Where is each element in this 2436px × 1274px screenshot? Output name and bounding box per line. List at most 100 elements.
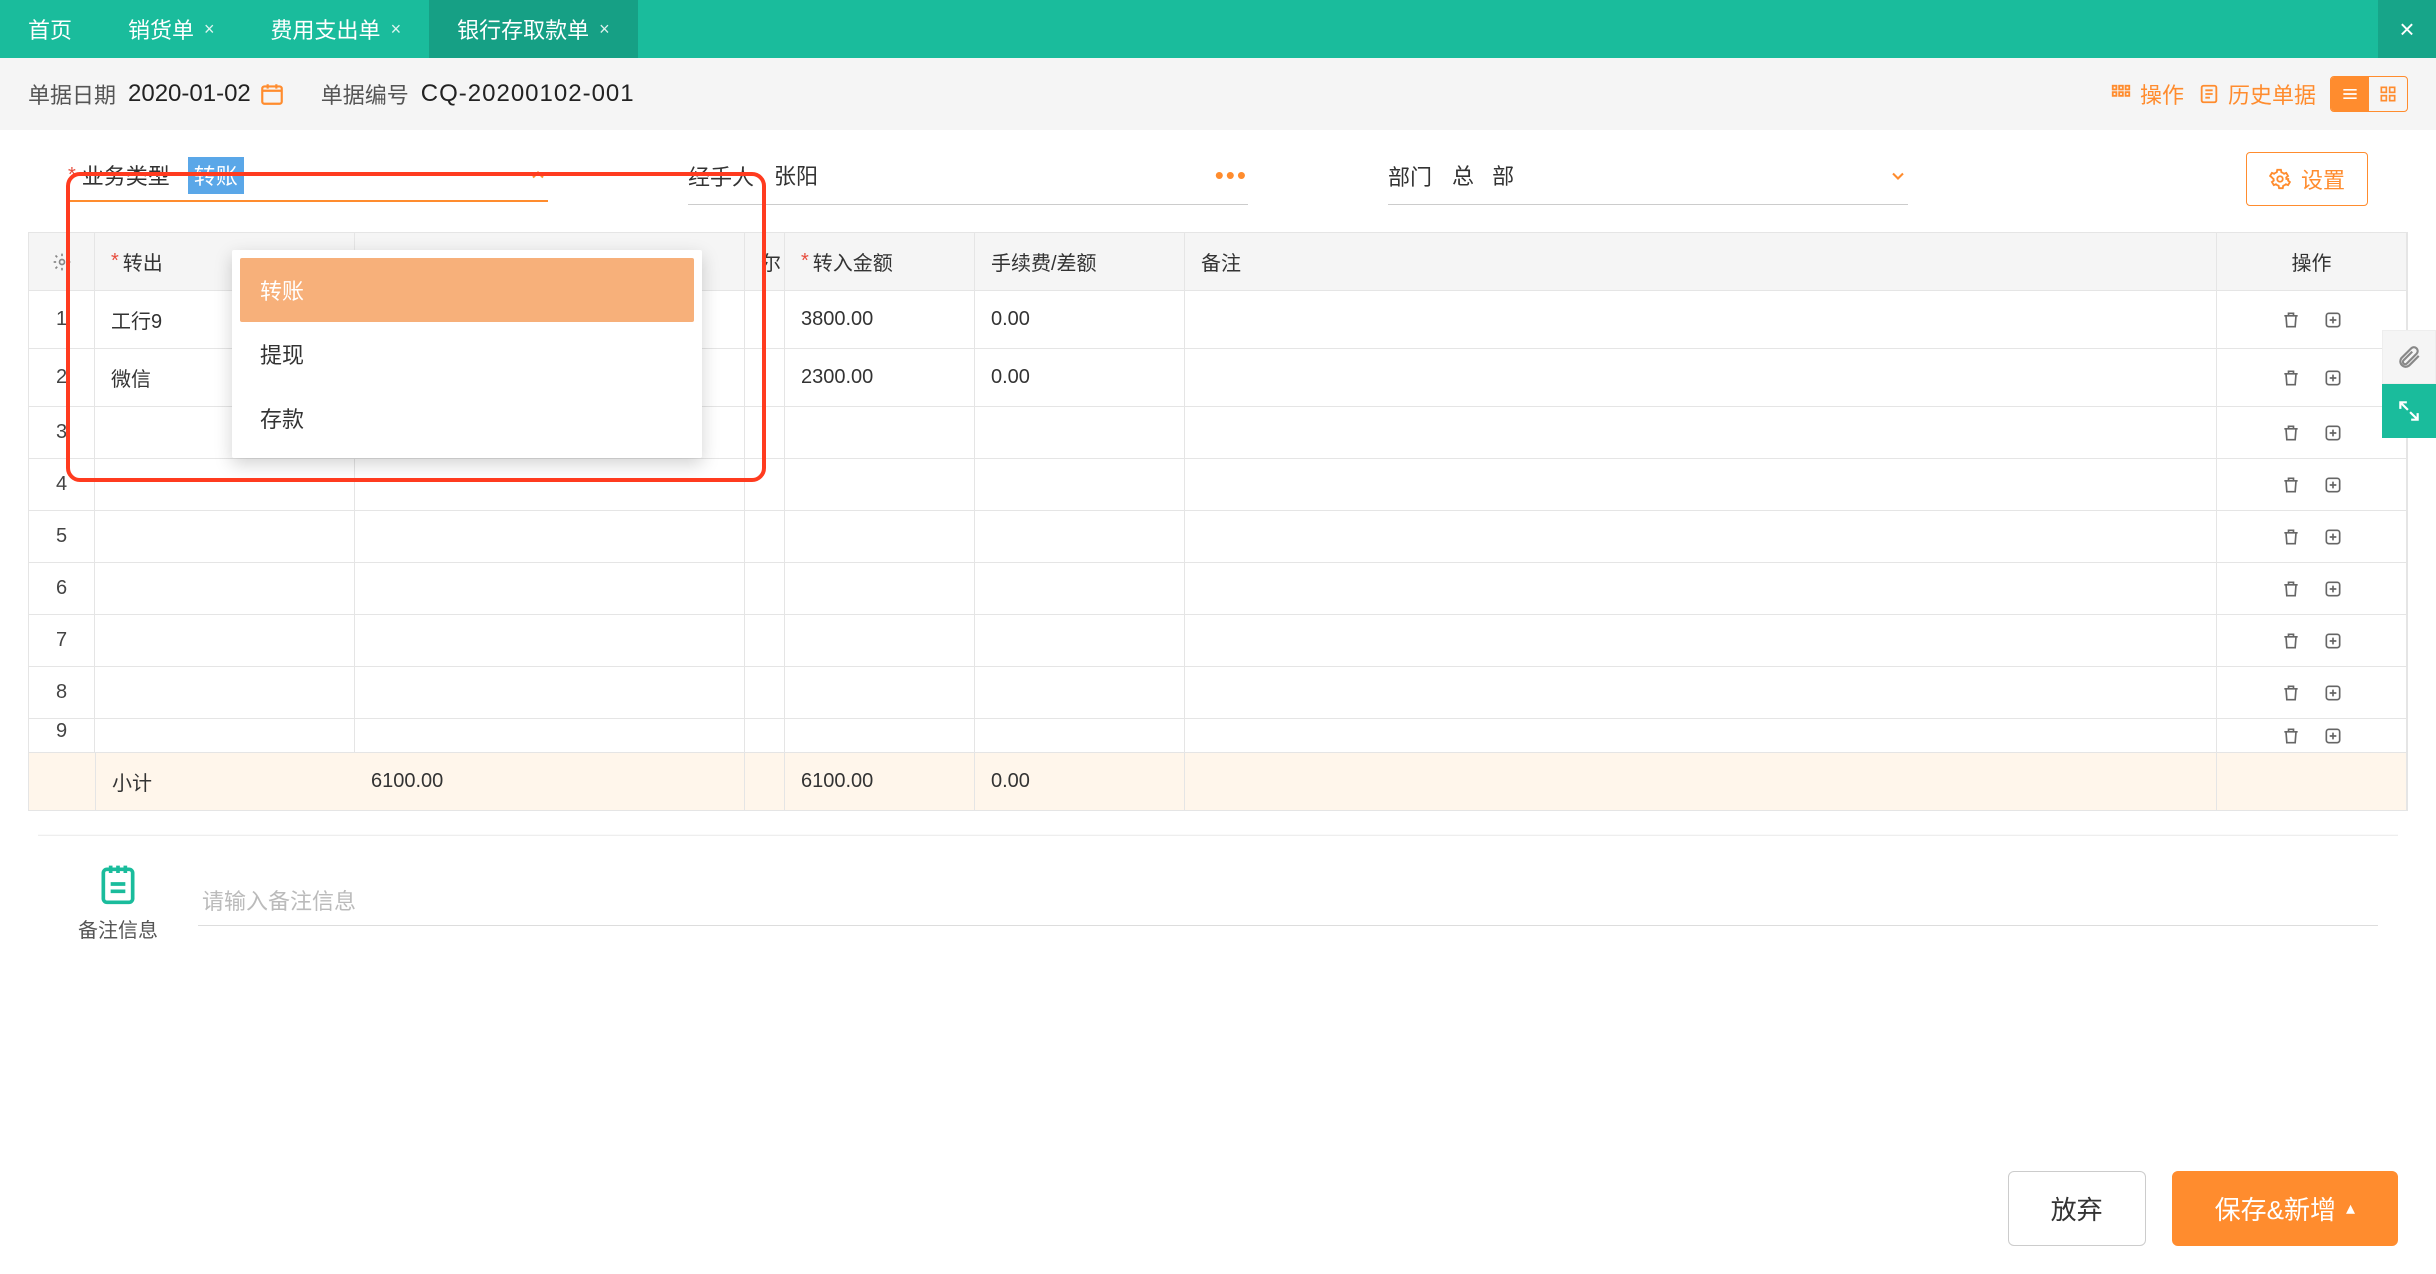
business-type-label: 业务类型: [82, 159, 170, 191]
in-amount-cell[interactable]: 2300.00: [785, 349, 975, 407]
remark-cell[interactable]: [1185, 291, 2217, 349]
chevron-up-icon: [528, 165, 548, 185]
table-row: 9: [29, 719, 2407, 753]
view-toggle: [2330, 76, 2408, 112]
subtotal-in-amount: 6100.00: [785, 753, 975, 811]
close-icon[interactable]: ×: [599, 19, 610, 40]
ops-button[interactable]: 操作: [2110, 78, 2184, 110]
business-type-value: 转账: [188, 157, 244, 194]
delete-row-button[interactable]: [2281, 423, 2301, 443]
add-row-button[interactable]: [2323, 475, 2343, 495]
in-account-header: 尔: [745, 233, 785, 291]
attachment-button[interactable]: [2382, 330, 2436, 384]
row-index: 2: [29, 349, 95, 407]
business-type-dropdown: 转账 提现 存款: [232, 250, 702, 458]
discard-button[interactable]: 放弃: [2008, 1171, 2146, 1246]
tab-bank[interactable]: 银行存取款单 ×: [429, 0, 638, 58]
table-subtotal: 小计 6100.00 6100.00 0.00: [29, 753, 2407, 811]
in-account-cell[interactable]: [745, 291, 785, 349]
table-row: 7: [29, 615, 2407, 667]
remarks-section: 备注信息: [38, 835, 2398, 969]
fee-cell[interactable]: 0.00: [975, 291, 1185, 349]
doc-no-label: 单据编号: [321, 78, 409, 110]
view-grid-button[interactable]: [2369, 77, 2407, 111]
table-row: 5: [29, 511, 2407, 563]
in-amount-header: *转入金额: [785, 233, 975, 291]
delete-row-button[interactable]: [2281, 726, 2301, 746]
dropdown-option-transfer[interactable]: 转账: [240, 258, 694, 322]
close-icon[interactable]: ×: [391, 19, 402, 40]
side-toolbar: [2382, 330, 2436, 438]
ops-header: 操作: [2217, 233, 2407, 291]
table-row: 6: [29, 563, 2407, 615]
settings-label: 设置: [2301, 163, 2345, 195]
gear-column-header[interactable]: [29, 233, 95, 291]
add-row-button[interactable]: [2323, 527, 2343, 547]
add-row-button[interactable]: [2323, 579, 2343, 599]
save-and-new-button[interactable]: 保存&新增▴: [2172, 1171, 2398, 1246]
form-row: * 业务类型 转账 经手人 张阳 ••• 部门 总 部 设置: [28, 130, 2408, 220]
view-list-button[interactable]: [2331, 77, 2369, 111]
business-type-field[interactable]: * 业务类型 转账: [68, 157, 548, 202]
handler-label: 经手人: [688, 160, 754, 192]
history-label: 历史单据: [2228, 78, 2316, 110]
gear-icon: [2269, 168, 2291, 190]
document-header: 单据日期 2020-01-02 单据编号 CQ-20200102-001 操作 …: [0, 58, 2436, 130]
history-button[interactable]: 历史单据: [2198, 78, 2316, 110]
calendar-icon[interactable]: [259, 81, 285, 107]
delete-row-button[interactable]: [2281, 631, 2301, 651]
add-row-button[interactable]: [2323, 683, 2343, 703]
chevron-up-icon: ▴: [2346, 1198, 2355, 1219]
dropdown-option-withdraw[interactable]: 提现: [240, 322, 694, 386]
table-row: 4: [29, 459, 2407, 511]
settings-button[interactable]: 设置: [2246, 152, 2368, 206]
add-row-button[interactable]: [2323, 726, 2343, 746]
subtotal-label: 小计: [95, 753, 355, 811]
delete-row-button[interactable]: [2281, 475, 2301, 495]
add-row-button[interactable]: [2323, 368, 2343, 388]
delete-row-button[interactable]: [2281, 527, 2301, 547]
tab-home[interactable]: 首页: [0, 0, 100, 58]
doc-no-value: CQ-20200102-001: [421, 80, 635, 108]
table-row: 8: [29, 667, 2407, 719]
footer-actions: 放弃 保存&新增▴: [2008, 1171, 2398, 1246]
handler-value: 张阳: [772, 153, 1215, 198]
dept-label: 部门: [1388, 160, 1432, 192]
fee-header: 手续费/差额: [975, 233, 1185, 291]
subtotal-fee: 0.00: [975, 753, 1185, 811]
ops-label: 操作: [2140, 78, 2184, 110]
more-icon[interactable]: •••: [1215, 160, 1248, 191]
date-label: 单据日期: [28, 78, 116, 110]
dept-field[interactable]: 部门 总 部: [1388, 153, 1908, 205]
add-row-button[interactable]: [2323, 423, 2343, 443]
tabbar-close-button[interactable]: ×: [2378, 0, 2436, 58]
tab-expense-label: 费用支出单: [271, 13, 381, 45]
delete-row-button[interactable]: [2281, 579, 2301, 599]
tab-bank-label: 银行存取款单: [457, 13, 589, 45]
remarks-title: 备注信息: [78, 914, 158, 943]
delete-row-button[interactable]: [2281, 368, 2301, 388]
subtotal-out-amount: 6100.00: [355, 753, 745, 811]
dropdown-option-deposit[interactable]: 存款: [240, 386, 694, 450]
notes-icon: [96, 862, 140, 906]
remark-header: 备注: [1185, 233, 2217, 291]
tab-sales-label: 销货单: [128, 13, 194, 45]
row-index: 1: [29, 291, 95, 349]
dept-value: 总 部: [1450, 153, 1888, 198]
close-icon[interactable]: ×: [204, 19, 215, 40]
delete-row-button[interactable]: [2281, 683, 2301, 703]
date-value[interactable]: 2020-01-02: [128, 80, 251, 108]
remarks-input[interactable]: [198, 879, 2378, 926]
tab-expense[interactable]: 费用支出单 ×: [243, 0, 430, 58]
add-row-button[interactable]: [2323, 631, 2343, 651]
required-star: *: [68, 164, 76, 187]
expand-button[interactable]: [2382, 384, 2436, 438]
delete-row-button[interactable]: [2281, 310, 2301, 330]
handler-field[interactable]: 经手人 张阳 •••: [688, 153, 1248, 205]
add-row-button[interactable]: [2323, 310, 2343, 330]
in-amount-cell[interactable]: 3800.00: [785, 291, 975, 349]
fee-cell[interactable]: 0.00: [975, 349, 1185, 407]
tab-bar: 首页 销货单 × 费用支出单 × 银行存取款单 × ×: [0, 0, 2436, 58]
tab-sales[interactable]: 销货单 ×: [100, 0, 243, 58]
chevron-down-icon: [1888, 166, 1908, 186]
